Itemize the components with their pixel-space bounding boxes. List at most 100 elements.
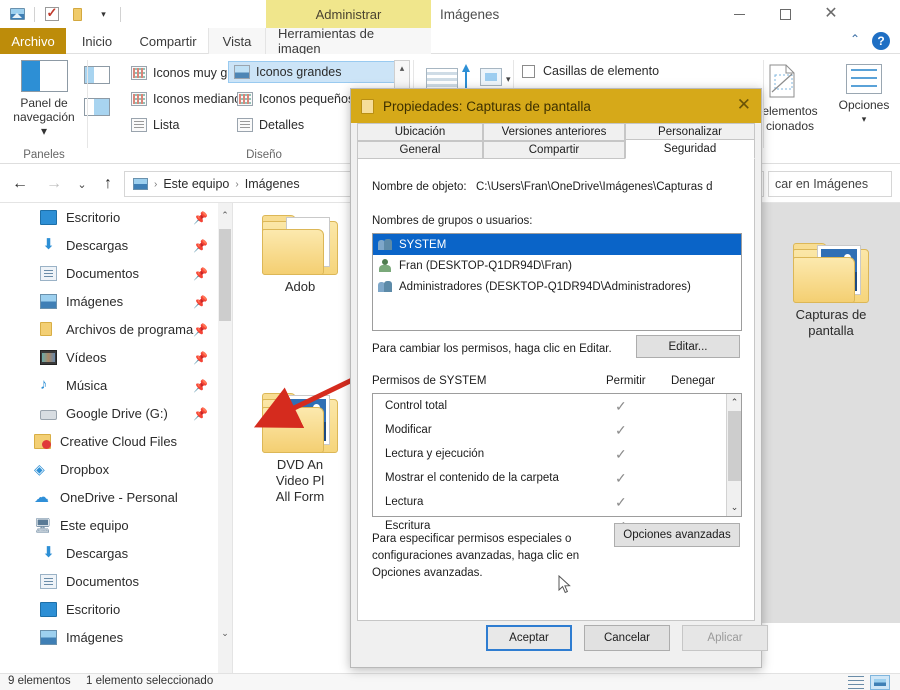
dialog-tab-general[interactable]: General <box>357 141 483 159</box>
list-item[interactable]: SYSTEM <box>373 234 741 255</box>
layout-lista[interactable]: Lista <box>126 114 184 136</box>
checkbox-icon[interactable] <box>522 64 535 78</box>
breadcrumb-item-imagenes[interactable]: Imágenes <box>245 177 300 191</box>
pictures-icon[interactable] <box>8 5 27 24</box>
sidebar-item-escritorio[interactable]: Escritorio 📌 <box>0 203 232 231</box>
options-icon[interactable] <box>846 64 882 94</box>
properties-checkbox-icon[interactable] <box>42 5 61 24</box>
scroll-up-icon[interactable]: ⌃ <box>727 394 742 411</box>
permissions-scrollbar[interactable]: ⌃ ⌄ <box>726 394 741 516</box>
sidebar-item-label: Google Drive (G:) <box>66 405 168 421</box>
new-folder-icon[interactable] <box>68 5 87 24</box>
edit-button[interactable]: Editar... <box>636 335 740 358</box>
chevron-down-icon[interactable]: ▾ <box>506 74 511 85</box>
ok-button[interactable]: Aceptar <box>486 625 572 651</box>
apply-button[interactable]: Aplicar <box>682 625 768 651</box>
sidebar-item-este-equipo[interactable]: 🖥 Este equipo <box>0 511 232 539</box>
pin-icon[interactable]: 📌 <box>193 379 208 393</box>
pin-icon[interactable]: 📌 <box>193 239 208 253</box>
advanced-options-button[interactable]: Opciones avanzadas <box>614 523 740 547</box>
sidebar-item-imagenes-pc[interactable]: Imágenes <box>0 623 232 651</box>
file-item-adobe[interactable]: Adob <box>245 215 355 295</box>
hide-items-line2: cionados <box>765 119 815 133</box>
tab-archivo[interactable]: Archivo <box>0 28 66 54</box>
sidebar-item-documentos-pc[interactable]: Documentos <box>0 567 232 595</box>
layout-iconos-pequenos[interactable]: Iconos pequeños <box>232 88 359 110</box>
pin-icon[interactable]: 📌 <box>193 295 208 309</box>
sidebar-item-musica[interactable]: ♪ Música 📌 <box>0 371 232 399</box>
scroll-down-icon[interactable]: ⌄ <box>727 499 742 516</box>
large-icons-view-icon[interactable] <box>870 675 890 690</box>
dialog-close-button[interactable]: ✕ <box>737 95 751 115</box>
list-item[interactable]: Administradores (DESKTOP-Q1DR94D\Adminis… <box>373 276 741 297</box>
table-row[interactable]: Control total ✓ <box>373 394 741 418</box>
dialog-tab-versiones-anteriores[interactable]: Versiones anteriores <box>483 123 625 141</box>
chevron-down-icon[interactable]: ▾ <box>94 5 113 24</box>
tab-vista[interactable]: Vista <box>208 28 266 54</box>
item-checkboxes-option[interactable]: Casillas de elemento <box>522 64 659 78</box>
list-view-icon <box>131 118 147 132</box>
scrollbar-thumb[interactable] <box>728 411 741 481</box>
recent-locations-button[interactable]: ⌄ <box>70 173 94 195</box>
navigation-pane-button[interactable]: Panel de navegación ▾ <box>12 60 76 138</box>
sidebar-item-descargas-pc[interactable]: ⬇ Descargas <box>0 539 232 567</box>
sidebar-scrollbar[interactable]: ⌃ ⌄ <box>218 203 232 673</box>
layout-label: Iconos grandes <box>256 65 342 79</box>
details-view-icon[interactable] <box>848 676 864 689</box>
help-icon[interactable]: ? <box>872 32 890 50</box>
minimize-button[interactable] <box>716 0 762 28</box>
maximize-button[interactable] <box>762 0 808 28</box>
file-item-dvd[interactable]: DVD An Video Pl All Form <box>245 393 355 505</box>
table-row[interactable]: Modificar ✓ <box>373 418 741 442</box>
breadcrumb-item-este-equipo[interactable]: Este equipo <box>163 177 229 191</box>
dialog-tab-seguridad[interactable]: Seguridad <box>625 139 755 159</box>
sidebar-item-dropbox[interactable]: ◈ Dropbox <box>0 455 232 483</box>
scroll-down-icon[interactable]: ⌄ <box>218 625 232 641</box>
table-row[interactable]: Mostrar el contenido de la carpeta ✓ <box>373 466 741 490</box>
tab-compartir[interactable]: Compartir <box>128 28 208 54</box>
dvd-label-line3: All Form <box>275 489 325 504</box>
list-item[interactable]: Fran (DESKTOP-Q1DR94D\Fran) <box>373 255 741 276</box>
sidebar-item-creative-cloud-files[interactable]: Creative Cloud Files <box>0 427 232 455</box>
up-button[interactable]: ↑ <box>96 173 120 195</box>
add-columns-icon[interactable] <box>480 68 502 86</box>
tab-inicio[interactable]: Inicio <box>66 28 128 54</box>
layout-detalles[interactable]: Detalles <box>232 114 309 136</box>
table-row[interactable]: Lectura y ejecución ✓ <box>373 442 741 466</box>
search-input[interactable]: car en Imágenes <box>768 171 892 197</box>
sidebar-item-label: Vídeos <box>66 349 107 365</box>
chevron-down-icon[interactable]: ▾ <box>828 114 900 125</box>
sidebar-item-google-drive[interactable]: Google Drive (G:) 📌 <box>0 399 232 427</box>
sidebar-item-videos[interactable]: Vídeos 📌 <box>0 343 232 371</box>
file-item-capturas-de-pantalla[interactable]: Capturas de pantalla <box>776 243 886 339</box>
pin-icon[interactable]: 📌 <box>193 323 208 337</box>
options-label[interactable]: Opciones <box>828 98 900 112</box>
sidebar-item-descargas[interactable]: ⬇ Descargas 📌 <box>0 231 232 259</box>
dialog-tab-ubicacion[interactable]: Ubicación <box>357 123 483 141</box>
permissions-list[interactable]: Control total ✓ Modificar ✓ Lectura y ej… <box>372 393 742 534</box>
cancel-button[interactable]: Cancelar <box>584 625 670 651</box>
sidebar-item-documentos[interactable]: Documentos 📌 <box>0 259 232 287</box>
back-button[interactable]: ← <box>8 173 32 195</box>
layout-iconos-grandes[interactable]: Iconos grandes <box>228 61 404 83</box>
dialog-tab-compartir[interactable]: Compartir <box>483 141 625 159</box>
pin-icon[interactable]: 📌 <box>193 351 208 365</box>
sidebar-item-imagenes[interactable]: Imágenes 📌 <box>0 287 232 315</box>
forward-button[interactable]: → <box>42 173 66 195</box>
sidebar-item-archivos-de-programa[interactable]: Archivos de programa 📌 <box>0 315 232 343</box>
permission-name: Lectura y ejecución <box>385 448 485 460</box>
collapse-ribbon-icon[interactable]: ⌃ <box>850 32 860 46</box>
hide-selected-items-icon[interactable] <box>762 62 802 102</box>
tab-herramientas-de-imagen[interactable]: Herramientas de imagen <box>266 26 431 56</box>
groups-users-list[interactable]: SYSTEM Fran (DESKTOP-Q1DR94D\Fran) Admin… <box>372 233 742 331</box>
sidebar-item-escritorio-pc[interactable]: Escritorio <box>0 595 232 623</box>
scroll-up-icon[interactable]: ⌃ <box>218 207 232 223</box>
pin-icon[interactable]: 📌 <box>193 407 208 421</box>
close-button[interactable]: ✕ <box>808 0 854 28</box>
sidebar-item-onedrive-personal[interactable]: ☁ OneDrive - Personal <box>0 483 232 511</box>
pin-icon[interactable]: 📌 <box>193 211 208 225</box>
documents-icon <box>40 265 57 281</box>
pin-icon[interactable]: 📌 <box>193 267 208 281</box>
scrollbar-thumb[interactable] <box>219 229 231 321</box>
table-row[interactable]: Lectura ✓ <box>373 490 741 514</box>
